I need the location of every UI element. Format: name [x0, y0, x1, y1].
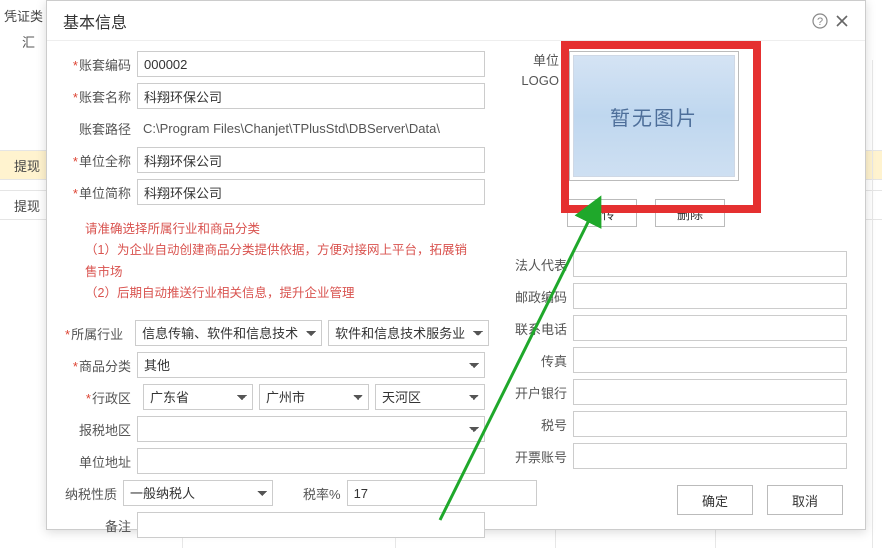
svg-text:?: ?: [817, 16, 823, 28]
label-phone: 联系电话: [509, 319, 573, 338]
label-zip: 邮政编码: [509, 287, 573, 306]
upload-button[interactable]: 上传: [567, 199, 637, 227]
tax-type-select[interactable]: 一般纳税人: [123, 480, 273, 506]
label-unit-logo: 单位 LOGO: [509, 51, 559, 90]
label-address: 单位地址: [65, 452, 137, 471]
bg-subtab: 汇: [22, 32, 35, 51]
bg-header-text: 凭证类: [4, 6, 43, 25]
industry-select-1[interactable]: 信息传输、软件和信息技术: [135, 320, 322, 346]
label-unit-logo-line1: 单位: [533, 53, 559, 68]
invoice-acct-input[interactable]: [573, 443, 847, 469]
label-unit-fullname: 单位全称: [65, 151, 137, 170]
label-remark: 备注: [65, 516, 137, 535]
dialog-footer: 确定 取消: [677, 485, 843, 515]
legal-rep-input[interactable]: [573, 251, 847, 277]
notice-line-1: 请准确选择所属行业和商品分类: [85, 219, 475, 240]
label-fax: 传真: [509, 351, 573, 370]
label-account-path: 账套路径: [65, 119, 137, 138]
label-unit-logo-line2: LOGO: [521, 73, 559, 88]
label-tax-area: 报税地区: [65, 420, 137, 439]
logo-preview[interactable]: 暂无图片: [569, 51, 739, 181]
phone-input[interactable]: [573, 315, 847, 341]
region-province-select[interactable]: 广东省: [143, 384, 253, 410]
close-icon[interactable]: [831, 10, 853, 32]
fax-input[interactable]: [573, 347, 847, 373]
left-column: 账套编码 账套名称 账套路径 C:\Program Files\Chanjet\…: [65, 51, 485, 461]
delete-button[interactable]: 删除: [655, 199, 725, 227]
right-column: 单位 LOGO 暂无图片 上传 删除 法人代表 邮政编码 联系电话 传真: [509, 51, 847, 461]
label-unit-shortname: 单位简称: [65, 183, 137, 202]
unit-fullname-input[interactable]: [137, 147, 485, 173]
industry-select-2[interactable]: 软件和信息技术服务业: [328, 320, 489, 346]
label-tax-type: 纳税性质: [65, 484, 123, 503]
logo-placeholder-text: 暂无图片: [610, 102, 698, 131]
region-district-select[interactable]: 天河区: [375, 384, 485, 410]
account-path-value: C:\Program Files\Chanjet\TPlusStd\DBServ…: [137, 117, 485, 140]
account-name-input[interactable]: [137, 83, 485, 109]
ok-button[interactable]: 确定: [677, 485, 753, 515]
label-invoice-acct: 开票账号: [509, 447, 573, 466]
dialog-title: 基本信息: [63, 9, 809, 33]
bg-row-2-text: 提现: [14, 196, 40, 215]
dialog-header: 基本信息 ?: [47, 1, 865, 41]
category-select[interactable]: 其他: [137, 352, 485, 378]
label-account-code: 账套编码: [65, 55, 137, 74]
label-account-name: 账套名称: [65, 87, 137, 106]
industry-notice: 请准确选择所属行业和商品分类 （1）为企业自动创建商品分类提供依据，方便对接网上…: [75, 211, 485, 312]
remark-input[interactable]: [137, 512, 485, 538]
cancel-button[interactable]: 取消: [767, 485, 843, 515]
label-bank: 开户银行: [509, 383, 573, 402]
label-legal-rep: 法人代表: [509, 255, 573, 274]
label-region: 行政区: [65, 388, 137, 407]
region-city-select[interactable]: 广州市: [259, 384, 369, 410]
bg-row-1-text: 提现: [14, 156, 40, 175]
unit-shortname-input[interactable]: [137, 179, 485, 205]
notice-line-2: （1）为企业自动创建商品分类提供依据，方便对接网上平台，拓展销售市场: [85, 240, 475, 283]
label-industry: 所属行业: [65, 324, 129, 343]
account-code-input[interactable]: [137, 51, 485, 77]
tax-no-input[interactable]: [573, 411, 847, 437]
notice-line-3: （2）后期自动推送行业相关信息，提升企业管理: [85, 283, 475, 304]
help-icon[interactable]: ?: [809, 10, 831, 32]
basic-info-dialog: 基本信息 ? 账套编码 账套名称 账套路径 C:\Program Files\C…: [46, 0, 866, 530]
address-input[interactable]: [137, 448, 485, 474]
bank-input[interactable]: [573, 379, 847, 405]
tax-rate-input[interactable]: [347, 480, 537, 506]
label-tax-rate: 税率%: [273, 484, 347, 503]
tax-area-select[interactable]: [137, 416, 485, 442]
zip-input[interactable]: [573, 283, 847, 309]
label-category: 商品分类: [65, 356, 137, 375]
label-tax-no: 税号: [509, 415, 573, 434]
